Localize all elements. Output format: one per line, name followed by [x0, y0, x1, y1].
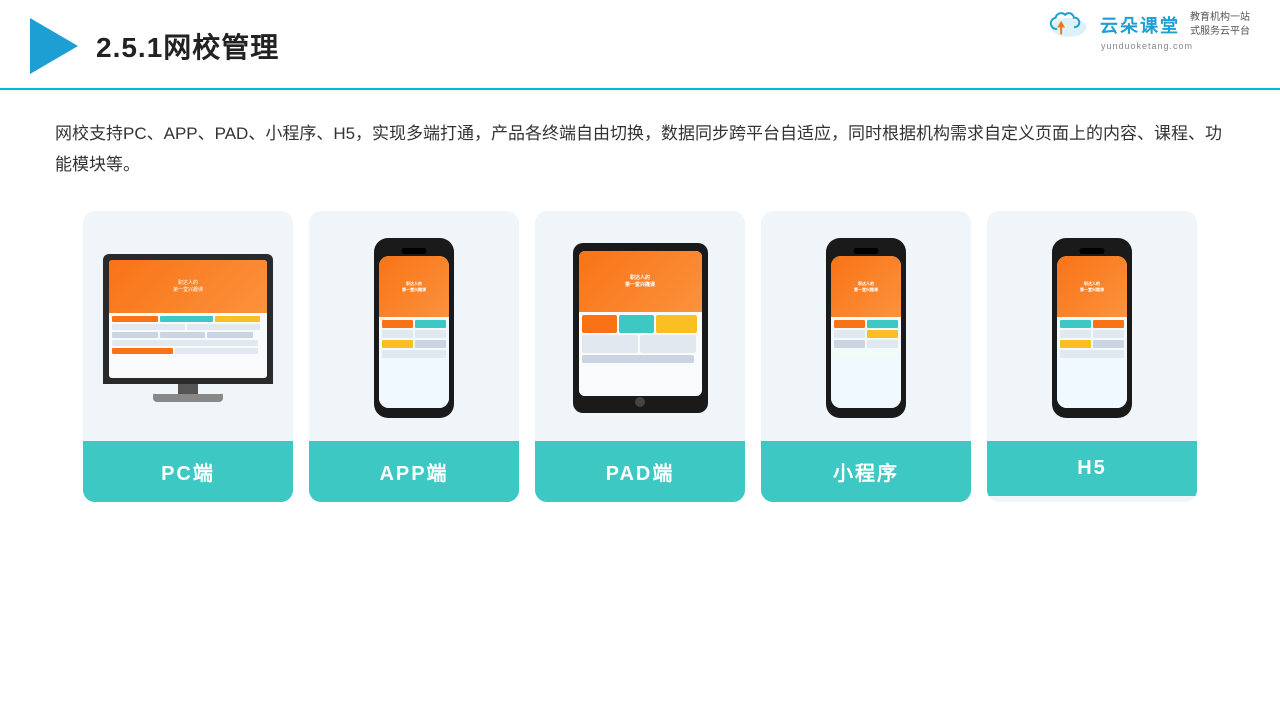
tablet-mock: 职达人的第一堂兴趣课: [573, 243, 708, 413]
phone-screen-text: 职达人的第一堂兴趣课: [402, 281, 426, 292]
card-pc: 职达人的第一堂兴趣课: [83, 211, 293, 502]
card-app-image: 职达人的第一堂兴趣课: [309, 211, 519, 441]
mini-phone-mock: 职达人的第一堂兴趣课: [826, 238, 906, 418]
phone-screen: 职达人的第一堂兴趣课: [379, 256, 449, 408]
card-h5-label: H5: [987, 441, 1197, 496]
h5-phone-mock: 职达人的第一堂兴趣课: [1052, 238, 1132, 418]
card-h5: 职达人的第一堂兴趣课: [987, 211, 1197, 502]
card-mini-image: 职达人的第一堂兴趣课: [761, 211, 971, 441]
card-mini: 职达人的第一堂兴趣课: [761, 211, 971, 502]
card-pc-label: PC端: [83, 441, 293, 502]
card-pad: 职达人的第一堂兴趣课: [535, 211, 745, 502]
card-pc-image: 职达人的第一堂兴趣课: [83, 211, 293, 441]
mini-phone-notch: [854, 248, 879, 254]
app-phone-mock: 职达人的第一堂兴趣课: [374, 238, 454, 418]
page-title: 2.5.1网校管理: [96, 26, 279, 66]
h5-phone-screen: 职达人的第一堂兴趣课: [1057, 256, 1127, 408]
tablet-screen-text: 职达人的第一堂兴趣课: [625, 275, 655, 289]
brand-logo: 云朵课堂 教育机构一站 式服务云平台 yunduoketang.com: [1044, 10, 1250, 51]
phone-notch: [402, 248, 427, 254]
tablet-screen: 职达人的第一堂兴趣课: [579, 251, 702, 396]
h5-screen-text: 职达人的第一堂兴趣课: [1080, 281, 1104, 292]
pc-device-mock: 职达人的第一堂兴趣课: [103, 254, 273, 402]
card-app-label: APP端: [309, 441, 519, 502]
card-h5-image: 职达人的第一堂兴趣课: [987, 211, 1197, 441]
cloud-icon: [1044, 10, 1094, 40]
tablet-home-button: [635, 397, 645, 407]
brand-name-en: yunduoketang.com: [1101, 41, 1193, 51]
card-app: 职达人的第一堂兴趣课: [309, 211, 519, 502]
brand-slogan: 教育机构一站 式服务云平台: [1190, 11, 1250, 39]
mini-screen-text: 职达人的第一堂兴趣课: [854, 281, 878, 292]
card-pad-label: PAD端: [535, 441, 745, 502]
h5-phone-notch: [1080, 248, 1105, 254]
main-content: 网校支持PC、APP、PAD、小程序、H5，实现多端打通，产品各终端自由切换，数…: [0, 90, 1280, 522]
card-pad-image: 职达人的第一堂兴趣课: [535, 211, 745, 441]
brand-icon-group: 云朵课堂 教育机构一站 式服务云平台: [1044, 10, 1250, 40]
header: 2.5.1网校管理 云朵课堂 教育机构一站 式服务云平台 yunduoketan…: [0, 0, 1280, 90]
pc-screen-label: 职达人的第一堂兴趣课: [173, 280, 203, 293]
card-mini-label: 小程序: [761, 441, 971, 502]
cards-container: 职达人的第一堂兴趣课: [55, 211, 1225, 502]
logo-triangle-icon: [30, 18, 78, 74]
brand-name-cn: 云朵课堂: [1100, 12, 1180, 38]
description-text: 网校支持PC、APP、PAD、小程序、H5，实现多端打通，产品各终端自由切换，数…: [55, 118, 1225, 181]
mini-phone-screen: 职达人的第一堂兴趣课: [831, 256, 901, 408]
